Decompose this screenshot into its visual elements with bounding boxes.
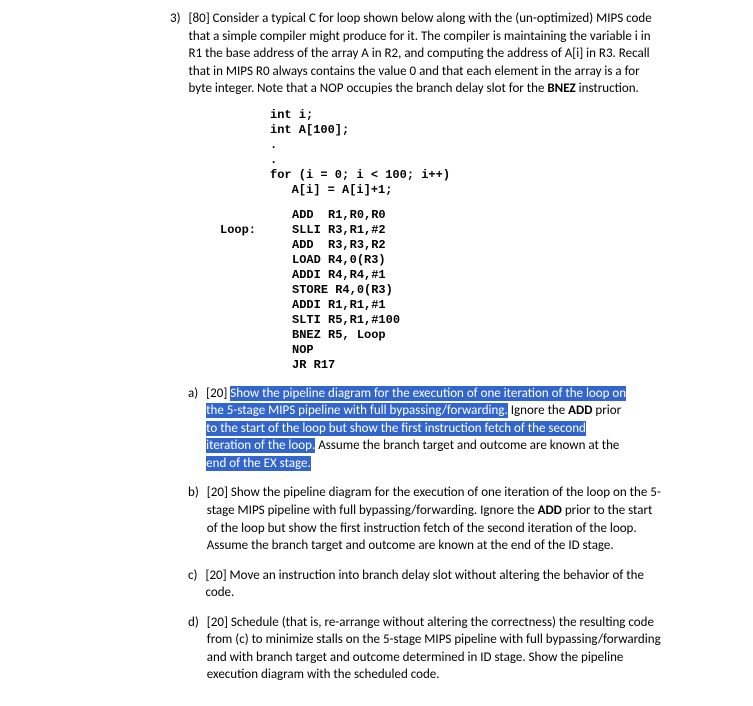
part-d-text: [20] Schedule (that is, re-arrange witho… (207, 614, 663, 684)
part-c: c) [20] Move an instruction into branch … (188, 567, 663, 602)
part-b-points: [20] (207, 485, 231, 500)
question-header: 3) [80] Consider a typical C for loop sh… (170, 10, 663, 98)
part-a-label: a) (188, 385, 198, 473)
qnum-text: 3) (170, 11, 181, 26)
part-d-body: Schedule (that is, re-arrange without al… (207, 615, 661, 683)
q-points: [80] (189, 11, 210, 26)
q-bnez: BNEZ (547, 81, 575, 96)
part-d-points: [20] (207, 615, 231, 630)
part-a-plain3: Assume the branch target and outcome are… (315, 438, 619, 453)
part-c-body: Move an instruction into branch delay sl… (205, 568, 644, 601)
part-a-hl2: the 5-stage MIPS pipeline with full bypa… (206, 403, 508, 418)
part-a-text: [20] Show the pipeline diagram for the e… (206, 385, 626, 473)
part-b-label: b) (188, 484, 199, 554)
part-a-plain1: Ignore the (508, 403, 568, 418)
part-c-label: c) (188, 567, 197, 602)
mips-asm-block: ADD R1,R0,R0 Loop: SLLI R3,R1,#2 ADD R3,… (220, 208, 663, 373)
part-b: b) [20] Show the pipeline diagram for th… (188, 484, 663, 554)
part-d-label: d) (188, 614, 199, 684)
part-a-hl4: iteration of the loop. (206, 438, 315, 453)
question-number: 3) (170, 10, 181, 98)
part-a-points: [20] (206, 386, 230, 401)
part-a-hl1: Show the pipeline diagram for the execut… (230, 386, 626, 401)
part-a-add: ADD (568, 403, 592, 418)
part-a-hl5: end of the EX stage. (206, 456, 311, 471)
part-d: d) [20] Schedule (that is, re-arrange wi… (188, 614, 663, 684)
document-page: 3) [80] Consider a typical C for loop sh… (0, 0, 753, 706)
part-a-plain2: prior (592, 403, 621, 418)
c-code-block: int i; int A[100]; . . for (i = 0; i < 1… (270, 108, 663, 198)
part-b-text: [20] Show the pipeline diagram for the e… (207, 484, 663, 554)
part-b-add: ADD (538, 503, 562, 518)
part-a: a) [20] Show the pipeline diagram for th… (188, 385, 663, 473)
part-a-hl3: to the start of the loop but show the fi… (206, 421, 586, 436)
part-c-points: [20] (205, 568, 229, 583)
part-c-text: [20] Move an instruction into branch del… (205, 567, 663, 602)
q-body-post: instruction. (576, 81, 639, 96)
question-text: [80] Consider a typical C for loop shown… (189, 10, 663, 98)
